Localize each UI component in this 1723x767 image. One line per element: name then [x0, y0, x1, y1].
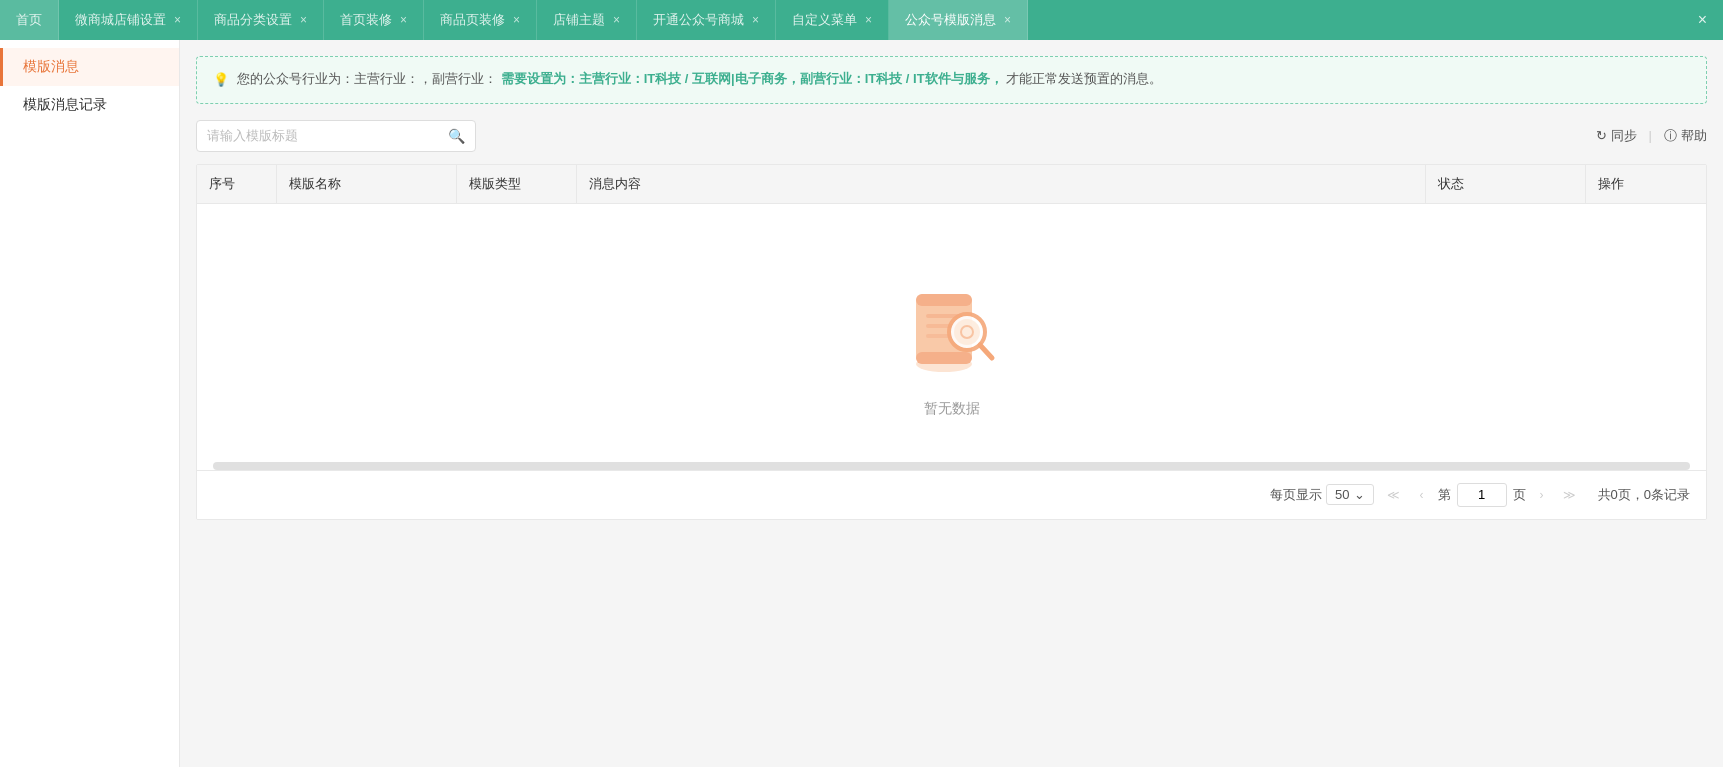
content-area: 💡 您的公众号行业为：主营行业：，副营行业： 需要设置为：主营行业：IT科技 /… — [180, 40, 1723, 767]
tab-template-msg[interactable]: 公众号模版消息 × — [889, 0, 1028, 40]
sidebar: 模版消息 模版消息记录 — [0, 40, 180, 767]
per-page-value: 50 — [1335, 487, 1349, 502]
total-label: 共0页，0条记录 — [1598, 486, 1690, 504]
tab-template-msg-close[interactable]: × — [1004, 14, 1011, 26]
empty-text: 暂无数据 — [924, 400, 980, 418]
per-page-label: 每页显示 — [1270, 486, 1322, 504]
page-label-pre: 第 — [1438, 486, 1451, 504]
tab-open-mall-close[interactable]: × — [752, 14, 759, 26]
tab-product-decor-label: 商品页装修 — [440, 11, 505, 29]
notice-banner: 💡 您的公众号行业为：主营行业：，副营行业： 需要设置为：主营行业：IT科技 /… — [196, 56, 1707, 104]
toolbar-divider: | — [1649, 128, 1652, 143]
table-container: 序号 模版名称 模版类型 消息内容 状态 操作 — [196, 164, 1707, 520]
page-nav: ≪ ‹ 第 页 › ≫ — [1382, 483, 1582, 507]
main-layout: 模版消息 模版消息记录 💡 您的公众号行业为：主营行业：，副营行业： 需要设置为… — [0, 40, 1723, 767]
tab-custom-menu-label: 自定义菜单 — [792, 11, 857, 29]
search-input-wrap[interactable]: 🔍 — [196, 120, 476, 152]
tab-store-theme-close[interactable]: × — [613, 14, 620, 26]
notice-text: 您的公众号行业为：主营行业：，副营行业： 需要设置为：主营行业：IT科技 / 互… — [237, 69, 1162, 90]
next-page-button[interactable]: › — [1530, 483, 1554, 507]
tab-store-theme[interactable]: 店铺主题 × — [537, 0, 637, 40]
page-label-suf: 页 — [1513, 486, 1526, 504]
tab-custom-menu[interactable]: 自定义菜单 × — [776, 0, 889, 40]
tab-wechat-shop-close[interactable]: × — [174, 14, 181, 26]
tab-open-mall[interactable]: 开通公众号商城 × — [637, 0, 776, 40]
tab-bar: 首页 微商城店铺设置 × 商品分类设置 × 首页装修 × 商品页装修 × 店铺主… — [0, 0, 1723, 40]
col-content: 消息内容 — [577, 165, 1426, 203]
col-type: 模版类型 — [457, 165, 577, 203]
sidebar-item-template-msg-label: 模版消息 — [23, 58, 79, 74]
per-page-select: 每页显示 50 ⌄ — [1270, 484, 1373, 505]
scroll-bar[interactable] — [213, 462, 1690, 470]
empty-state: 暂无数据 — [197, 204, 1706, 458]
tab-open-mall-label: 开通公众号商城 — [653, 11, 744, 29]
help-circle-icon: ⓘ — [1664, 127, 1677, 145]
tab-home-label: 首页 — [16, 11, 42, 29]
svg-rect-3 — [916, 352, 972, 364]
sidebar-item-template-record-label: 模版消息记录 — [23, 96, 107, 112]
pagination-bar: 每页显示 50 ⌄ ≪ ‹ 第 页 › ≫ — [197, 470, 1706, 519]
per-page-dropdown[interactable]: 50 ⌄ — [1326, 484, 1373, 505]
notice-icon: 💡 — [213, 70, 229, 91]
sync-icon: ↻ — [1596, 128, 1607, 143]
sidebar-item-template-msg[interactable]: 模版消息 — [0, 48, 179, 86]
tab-home-decor-label: 首页装修 — [340, 11, 392, 29]
help-button[interactable]: ⓘ 帮助 — [1664, 127, 1707, 145]
tab-wechat-shop[interactable]: 微商城店铺设置 × — [59, 0, 198, 40]
prev-page-button[interactable]: ‹ — [1410, 483, 1434, 507]
empty-illustration — [892, 264, 1012, 384]
search-input[interactable] — [207, 128, 448, 143]
notice-highlight: 需要设置为：主营行业：IT科技 / 互联网|电子商务，副营行业：IT科技 / I… — [501, 71, 1003, 86]
page-input-wrap: 第 页 — [1438, 483, 1526, 507]
tab-custom-menu-close[interactable]: × — [865, 14, 872, 26]
page-number-input[interactable] — [1457, 483, 1507, 507]
tab-product-decor-close[interactable]: × — [513, 14, 520, 26]
col-name: 模版名称 — [277, 165, 457, 203]
notice-prefix: 您的公众号行业为：主营行业：，副营行业： — [237, 71, 497, 86]
tab-store-theme-label: 店铺主题 — [553, 11, 605, 29]
col-index: 序号 — [197, 165, 277, 203]
tab-category[interactable]: 商品分类设置 × — [198, 0, 324, 40]
sync-label: 同步 — [1611, 127, 1637, 145]
svg-rect-2 — [916, 294, 972, 306]
first-page-button[interactable]: ≪ — [1382, 483, 1406, 507]
notice-suffix: 才能正常发送预置的消息。 — [1006, 71, 1162, 86]
help-label: 帮助 — [1681, 127, 1707, 145]
search-icon[interactable]: 🔍 — [448, 128, 465, 144]
col-status: 状态 — [1426, 165, 1586, 203]
tab-home[interactable]: 首页 — [0, 0, 59, 40]
sidebar-item-template-record[interactable]: 模版消息记录 — [0, 86, 179, 124]
scroll-bar-row — [197, 458, 1706, 470]
svg-line-9 — [980, 345, 992, 358]
last-page-button[interactable]: ≫ — [1558, 483, 1582, 507]
tab-category-close[interactable]: × — [300, 14, 307, 26]
window-close-button[interactable]: × — [1682, 11, 1723, 29]
search-bar: 🔍 ↻ 同步 | ⓘ 帮助 — [196, 120, 1707, 152]
tab-wechat-shop-label: 微商城店铺设置 — [75, 11, 166, 29]
svg-point-8 — [954, 319, 980, 345]
tab-template-msg-label: 公众号模版消息 — [905, 11, 996, 29]
col-action: 操作 — [1586, 165, 1706, 203]
tab-category-label: 商品分类设置 — [214, 11, 292, 29]
table-header: 序号 模版名称 模版类型 消息内容 状态 操作 — [197, 165, 1706, 204]
tab-home-decor[interactable]: 首页装修 × — [324, 0, 424, 40]
tab-home-decor-close[interactable]: × — [400, 14, 407, 26]
tab-product-decor[interactable]: 商品页装修 × — [424, 0, 537, 40]
chevron-down-icon: ⌄ — [1354, 487, 1365, 502]
sync-button[interactable]: ↻ 同步 — [1596, 127, 1637, 145]
toolbar-right: ↻ 同步 | ⓘ 帮助 — [1596, 127, 1707, 145]
